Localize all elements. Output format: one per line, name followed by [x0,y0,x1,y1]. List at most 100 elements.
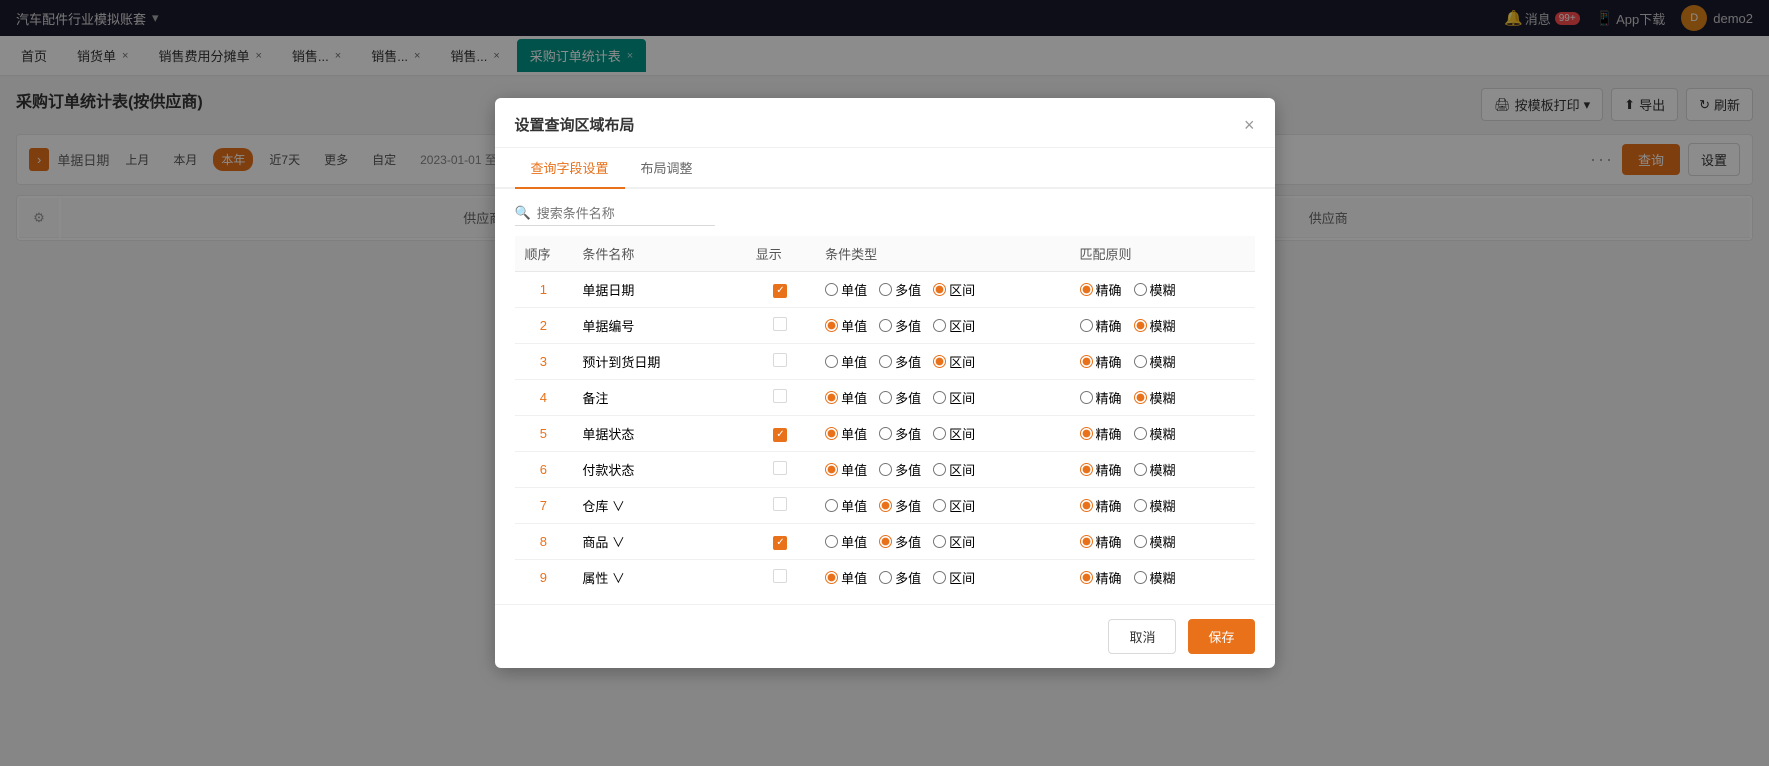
radio-match-模糊-2[interactable]: 模糊 [1134,316,1176,335]
radio-match-精确-9[interactable]: 精确 [1080,568,1122,587]
table-row: 4备注单值多值区间精确模糊 [515,380,1255,416]
radio-match-模糊-3[interactable]: 模糊 [1134,352,1176,371]
settings-table: 顺序 条件名称 显示 条件类型 匹配原则 1单据日期单值多值区间精确模糊2单据编… [515,236,1255,592]
radio-match-精确-3[interactable]: 精确 [1080,352,1122,371]
checkbox-display-3[interactable] [773,353,787,367]
radio-match-模糊-9[interactable]: 模糊 [1134,568,1176,587]
cell-type-7: 单值多值区间 [815,488,1069,524]
cell-display-9[interactable] [746,560,815,592]
radio-type-多值-9[interactable]: 多值 [879,568,921,587]
radio-match-精确-7[interactable]: 精确 [1080,496,1122,515]
table-row: 2单据编号单值多值区间精确模糊 [515,308,1255,344]
radio-match-模糊-7[interactable]: 模糊 [1134,496,1176,515]
table-row: 9属性 ∨单值多值区间精确模糊 [515,560,1255,592]
modal-body: 🔍 顺序 条件名称 显示 条件类型 匹配原则 [495,189,1275,604]
cell-display-8[interactable] [746,524,815,560]
modal-overlay[interactable]: 设置查询区域布局 × 查询字段设置 布局调整 🔍 [0,0,1769,766]
radio-match-模糊-1[interactable]: 模糊 [1134,280,1176,299]
radio-match-精确-1[interactable]: 精确 [1080,280,1122,299]
cell-match-8: 精确模糊 [1070,524,1255,560]
radio-type-区间-5[interactable]: 区间 [933,424,975,443]
modal-tabs: 查询字段设置 布局调整 [495,148,1275,189]
radio-type-单值-8[interactable]: 单值 [825,532,867,551]
radio-type-多值-7[interactable]: 多值 [879,496,921,515]
radio-type-区间-8[interactable]: 区间 [933,532,975,551]
radio-match-模糊-8[interactable]: 模糊 [1134,532,1176,551]
radio-match-模糊-4[interactable]: 模糊 [1134,388,1176,407]
modal-title: 设置查询区域布局 [515,114,635,135]
radio-match-精确-8[interactable]: 精确 [1080,532,1122,551]
cell-display-5[interactable] [746,416,815,452]
table-row: 1单据日期单值多值区间精确模糊 [515,272,1255,308]
save-button[interactable]: 保存 [1188,619,1254,654]
cell-match-1: 精确模糊 [1070,272,1255,308]
modal-tab-layout[interactable]: 布局调整 [625,148,709,189]
radio-type-单值-5[interactable]: 单值 [825,424,867,443]
radio-type-多值-5[interactable]: 多值 [879,424,921,443]
radio-type-区间-7[interactable]: 区间 [933,496,975,515]
cell-order-5: 5 [515,416,573,452]
cancel-button[interactable]: 取消 [1108,619,1176,654]
settings-modal: 设置查询区域布局 × 查询字段设置 布局调整 🔍 [495,98,1275,668]
th-name: 条件名称 [572,236,745,272]
modal-close-button[interactable]: × [1244,116,1255,134]
radio-match-精确-5[interactable]: 精确 [1080,424,1122,443]
cell-type-4: 单值多值区间 [815,380,1069,416]
radio-match-模糊-5[interactable]: 模糊 [1134,424,1176,443]
radio-type-多值-6[interactable]: 多值 [879,460,921,479]
radio-type-单值-6[interactable]: 单值 [825,460,867,479]
radio-type-单值-7[interactable]: 单值 [825,496,867,515]
cell-order-7: 7 [515,488,573,524]
modal-tab-fields[interactable]: 查询字段设置 [515,148,625,189]
cell-name-3: 预计到货日期 [572,344,745,380]
cell-order-3: 3 [515,344,573,380]
checkbox-display-2[interactable] [773,317,787,331]
table-row: 5单据状态 单值多值区间 精确模糊 [515,416,1255,452]
table-row: 6付款状态单值多值区间精确模糊 [515,452,1255,488]
cell-display-6[interactable] [746,452,815,488]
radio-type-区间-1[interactable]: 区间 [933,280,975,299]
cell-match-9: 精确模糊 [1070,560,1255,592]
radio-match-精确-4[interactable]: 精确 [1080,388,1122,407]
th-match: 匹配原则 [1070,236,1255,272]
radio-type-多值-4[interactable]: 多值 [879,388,921,407]
radio-type-区间-6[interactable]: 区间 [933,460,975,479]
radio-match-模糊-6[interactable]: 模糊 [1134,460,1176,479]
radio-type-单值-2[interactable]: 单值 [825,316,867,335]
radio-type-区间-2[interactable]: 区间 [933,316,975,335]
cell-display-3[interactable] [746,344,815,380]
radio-type-区间-9[interactable]: 区间 [933,568,975,587]
cell-name-6: 付款状态 [572,452,745,488]
cell-match-5: 精确模糊 [1070,416,1255,452]
table-row: 3预计到货日期 单值多值区间 精确模糊 [515,344,1255,380]
radio-type-多值-3[interactable]: 多值 [879,352,921,371]
radio-type-区间-4[interactable]: 区间 [933,388,975,407]
radio-match-精确-6[interactable]: 精确 [1080,460,1122,479]
checkbox-display-8[interactable] [773,536,787,550]
radio-type-多值-8[interactable]: 多值 [879,532,921,551]
cell-name-5: 单据状态 [572,416,745,452]
checkbox-display-5[interactable] [773,428,787,442]
radio-type-多值-2[interactable]: 多值 [879,316,921,335]
radio-type-单值-1[interactable]: 单值 [825,280,867,299]
cell-display-7[interactable] [746,488,815,524]
checkbox-display-7[interactable] [773,497,787,511]
radio-type-单值-9[interactable]: 单值 [825,568,867,587]
cell-match-6: 精确模糊 [1070,452,1255,488]
radio-match-精确-2[interactable]: 精确 [1080,316,1122,335]
radio-type-多值-1[interactable]: 多值 [879,280,921,299]
modal-footer: 取消 保存 [495,604,1275,668]
cell-display-1[interactable] [746,272,815,308]
search-input[interactable] [537,206,715,221]
radio-type-单值-3[interactable]: 单值 [825,352,867,371]
cell-display-2[interactable] [746,308,815,344]
checkbox-display-9[interactable] [773,569,787,583]
checkbox-display-6[interactable] [773,461,787,475]
cell-display-4[interactable] [746,380,815,416]
radio-type-单值-4[interactable]: 单值 [825,388,867,407]
checkbox-display-4[interactable] [773,389,787,403]
radio-type-区间-3[interactable]: 区间 [933,352,975,371]
th-order: 顺序 [515,236,573,272]
checkbox-display-1[interactable] [773,284,787,298]
cell-name-8: 商品 ∨ [572,524,745,560]
